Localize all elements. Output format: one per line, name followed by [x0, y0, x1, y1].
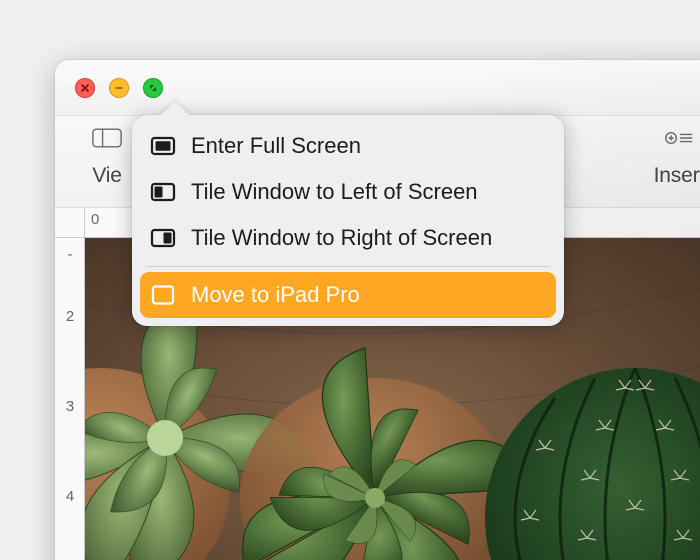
ruler-v-tick: - — [60, 246, 80, 263]
tile-left-icon — [150, 181, 176, 203]
ruler-vertical: - 2 3 4 — [55, 238, 85, 560]
tile-right-icon — [150, 227, 176, 249]
fullscreen-button[interactable] — [143, 78, 163, 98]
view-sidebar-icon — [87, 122, 127, 154]
fullscreen-rect-icon — [150, 135, 176, 157]
insert-icon — [659, 122, 699, 154]
titlebar — [55, 60, 700, 116]
menu-item-label: Tile Window to Left of Screen — [191, 179, 478, 205]
ruler-v-tick: 2 — [60, 308, 80, 325]
menu-item-tile-right[interactable]: Tile Window to Right of Screen — [140, 215, 556, 261]
insert-label: Insert — [654, 164, 700, 188]
toolbar-insert-group[interactable]: Insert — [632, 122, 700, 188]
menu-item-move-ipad[interactable]: Move to iPad Pro — [140, 272, 556, 318]
traffic-lights — [75, 78, 163, 98]
menu-separator — [146, 266, 550, 267]
menu-item-label: Move to iPad Pro — [191, 282, 360, 308]
view-label: Vie — [92, 164, 121, 188]
menu-item-tile-left[interactable]: Tile Window to Left of Screen — [140, 169, 556, 215]
minimize-button[interactable] — [109, 78, 129, 98]
ipad-icon — [150, 284, 176, 306]
ruler-corner — [55, 208, 85, 238]
ruler-v-tick: 4 — [60, 488, 80, 505]
ruler-h-tick: 0 — [91, 211, 99, 228]
menu-item-fullscreen[interactable]: Enter Full Screen — [140, 123, 556, 169]
fullscreen-menu: Enter Full Screen Tile Window to Left of… — [132, 115, 564, 326]
menu-item-label: Tile Window to Right of Screen — [191, 225, 492, 251]
ruler-v-tick: 3 — [60, 398, 80, 415]
menu-item-label: Enter Full Screen — [191, 133, 361, 159]
close-button[interactable] — [75, 78, 95, 98]
